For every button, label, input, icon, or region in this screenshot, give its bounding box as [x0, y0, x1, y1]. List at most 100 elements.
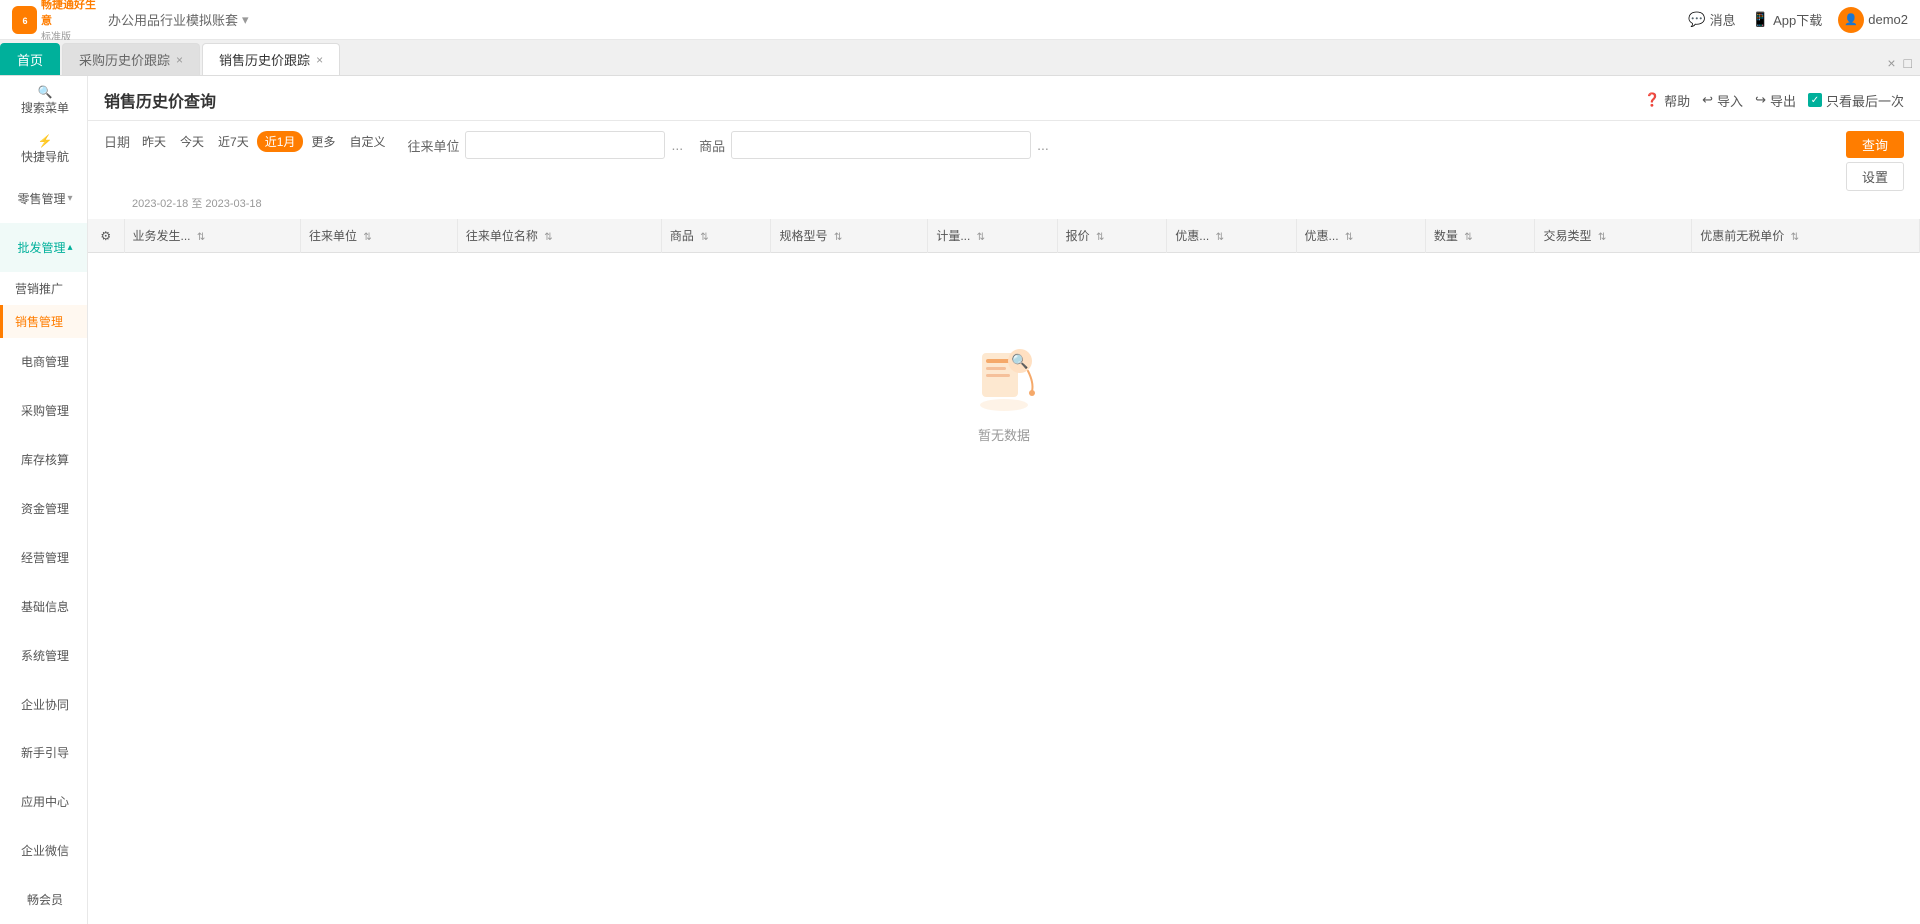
sort-price-icon: ⇅: [1096, 232, 1104, 243]
sidebar-item-sales-mgmt[interactable]: 销售管理: [0, 305, 87, 338]
partner-dots-btn[interactable]: ...: [671, 137, 683, 153]
col-partner-code[interactable]: 往来单位 ⇅: [301, 219, 458, 253]
sidebar-item-finance[interactable]: 资金管理: [0, 484, 87, 533]
col-price[interactable]: 报价 ⇅: [1057, 219, 1167, 253]
query-button[interactable]: 查询: [1846, 131, 1904, 158]
top-header: 6 畅捷通好生意 标准版 办公用品行业模拟账套 ▾ 💬 消息 📱 App下载 👤…: [0, 0, 1920, 40]
sidebar-item-cooperation[interactable]: 企业协同: [0, 680, 87, 729]
sidebar-item-wechat[interactable]: 企业微信: [0, 826, 87, 875]
header-right: 💬 消息 📱 App下载 👤 demo2: [1688, 7, 1908, 33]
col-discount1[interactable]: 优惠... ⇅: [1167, 219, 1296, 253]
breadcrumb: 办公用品行业模拟账套 ▾: [100, 10, 1688, 29]
message-icon: 💬: [1688, 11, 1705, 28]
only-last-checkbox-area[interactable]: ✓ 只看最后一次: [1808, 91, 1904, 110]
sidebar-item-system[interactable]: 系统管理: [0, 631, 87, 680]
tab-home[interactable]: 首页: [0, 43, 60, 75]
gear-icon[interactable]: ⚙: [100, 229, 111, 243]
import-icon: ↩: [1702, 92, 1713, 108]
breadcrumb-text: 办公用品行业模拟账套: [108, 10, 238, 29]
user-menu[interactable]: 👤 demo2: [1838, 7, 1908, 33]
sort-goods-icon: ⇅: [700, 232, 708, 243]
partner-label: 往来单位: [407, 136, 459, 155]
empty-text: 暂无数据: [978, 425, 1030, 444]
sort-discount2-icon: ⇅: [1345, 232, 1353, 243]
breadcrumb-dropdown-icon[interactable]: ▾: [242, 12, 249, 28]
sort-spec-icon: ⇅: [834, 232, 842, 243]
date-btn-more[interactable]: 更多: [305, 131, 341, 152]
sidebar-item-retail[interactable]: 零售管理 ▾: [0, 174, 87, 223]
sort-trade-type-icon: ⇅: [1598, 232, 1606, 243]
sidebar-item-member[interactable]: 畅会员: [0, 875, 87, 924]
sidebar-item-basic[interactable]: 基础信息: [0, 582, 87, 631]
sidebar-item-ecommerce[interactable]: 电商管理: [0, 338, 87, 387]
sort-no-tax-price-icon: ⇅: [1791, 232, 1799, 243]
tab-close-all-icon[interactable]: ×: [1887, 55, 1895, 71]
export-btn[interactable]: ↪ 导出: [1755, 91, 1796, 110]
tab-purchase-close[interactable]: ×: [176, 53, 183, 67]
tab-purchase[interactable]: 采购历史价跟踪 ×: [62, 43, 200, 75]
data-table: ⚙ 业务发生... ⇅ 往来单位 ⇅ 往来单位名称 ⇅: [88, 219, 1920, 253]
date-btn-yesterday[interactable]: 昨天: [136, 131, 172, 152]
sidebar-item-wholesale[interactable]: 批发管理 ▴: [0, 223, 87, 272]
table-container: ⚙ 业务发生... ⇅ 往来单位 ⇅ 往来单位名称 ⇅: [88, 219, 1920, 924]
sidebar-item-guide[interactable]: 新手引导: [0, 729, 87, 778]
search-icon: 🔍: [38, 85, 53, 99]
wholesale-arrow-icon: ▴: [67, 242, 72, 253]
tab-purchase-label: 采购历史价跟踪: [79, 50, 170, 69]
date-range-row: 2023-02-18 至 2023-03-18: [88, 195, 1920, 219]
sort-quantity-icon: ⇅: [1464, 232, 1472, 243]
svg-text:6: 6: [22, 16, 27, 26]
app-download-btn[interactable]: 📱 App下载: [1752, 10, 1823, 29]
col-goods[interactable]: 商品 ⇅: [661, 219, 771, 253]
tab-sales[interactable]: 销售历史价跟踪 ×: [202, 43, 340, 75]
help-btn[interactable]: ❓ 帮助: [1644, 91, 1690, 110]
sidebar-item-inventory[interactable]: 库存核算: [0, 435, 87, 484]
col-gear[interactable]: ⚙: [88, 219, 124, 253]
tab-sales-label: 销售历史价跟踪: [219, 50, 310, 69]
date-btn-7days[interactable]: 近7天: [212, 131, 255, 152]
sidebar: 🔍 搜索菜单 ⚡ 快捷导航 零售管理 ▾ 批发管理 ▴ 营销推广 销售管理 电商…: [0, 76, 88, 924]
date-btn-1month[interactable]: 近1月: [257, 131, 304, 152]
message-btn[interactable]: 💬 消息: [1688, 10, 1735, 29]
sidebar-item-quick[interactable]: ⚡ 快捷导航: [0, 125, 87, 174]
sidebar-item-marketing[interactable]: 营销推广: [0, 272, 87, 305]
tab-sales-close[interactable]: ×: [316, 53, 323, 67]
partner-input[interactable]: [465, 131, 665, 159]
date-label: 日期: [104, 132, 130, 151]
col-discount2[interactable]: 优惠... ⇅: [1296, 219, 1425, 253]
only-last-checkbox[interactable]: ✓: [1808, 93, 1822, 107]
col-unit[interactable]: 计量... ⇅: [928, 219, 1057, 253]
partner-filter-group: 往来单位 ...: [407, 131, 683, 159]
goods-input[interactable]: [731, 131, 1031, 159]
sort-unit-icon: ⇅: [977, 232, 985, 243]
content-area: 销售历史价查询 ❓ 帮助 ↩ 导入 ↪ 导出 ✓ 只看最后一次: [88, 76, 1920, 924]
help-icon: ❓: [1644, 92, 1660, 108]
col-quantity[interactable]: 数量 ⇅: [1425, 219, 1535, 253]
col-spec[interactable]: 规格型号 ⇅: [771, 219, 928, 253]
sort-discount1-icon: ⇅: [1216, 232, 1224, 243]
sidebar-item-operations[interactable]: 经营管理: [0, 533, 87, 582]
date-btn-custom[interactable]: 自定义: [343, 131, 391, 152]
col-trade-type[interactable]: 交易类型 ⇅: [1535, 219, 1692, 253]
date-btn-today[interactable]: 今天: [174, 131, 210, 152]
sidebar-item-purchase[interactable]: 采购管理: [0, 386, 87, 435]
col-no-tax-price[interactable]: 优惠前无税单价 ⇅: [1692, 219, 1920, 253]
settings-button[interactable]: 设置: [1846, 162, 1904, 191]
date-shortcuts: 昨天 今天 近7天 近1月 更多 自定义: [136, 131, 391, 152]
col-partner-name[interactable]: 往来单位名称 ⇅: [457, 219, 661, 253]
sort-partner-name-icon: ⇅: [544, 232, 552, 243]
retail-arrow-icon: ▾: [67, 193, 72, 204]
sidebar-item-appstore[interactable]: 应用中心: [0, 777, 87, 826]
date-filter-group: 日期 昨天 今天 近7天 近1月 更多 自定义: [104, 131, 391, 152]
col-biz-date[interactable]: 业务发生... ⇅: [124, 219, 301, 253]
goods-dots-btn[interactable]: ...: [1037, 137, 1049, 153]
import-btn[interactable]: ↩ 导入: [1702, 91, 1743, 110]
goods-filter-group: 商品 ...: [699, 131, 1049, 159]
goods-label: 商品: [699, 136, 725, 155]
sidebar-item-search[interactable]: 🔍 搜索菜单: [0, 76, 87, 125]
quick-icon: ⚡: [38, 134, 53, 148]
tab-home-label: 首页: [17, 50, 43, 69]
tab-maximize-icon[interactable]: □: [1904, 55, 1912, 71]
tab-bar-right: × □: [1887, 55, 1920, 75]
query-btn-area: 查询 设置: [1846, 131, 1904, 191]
